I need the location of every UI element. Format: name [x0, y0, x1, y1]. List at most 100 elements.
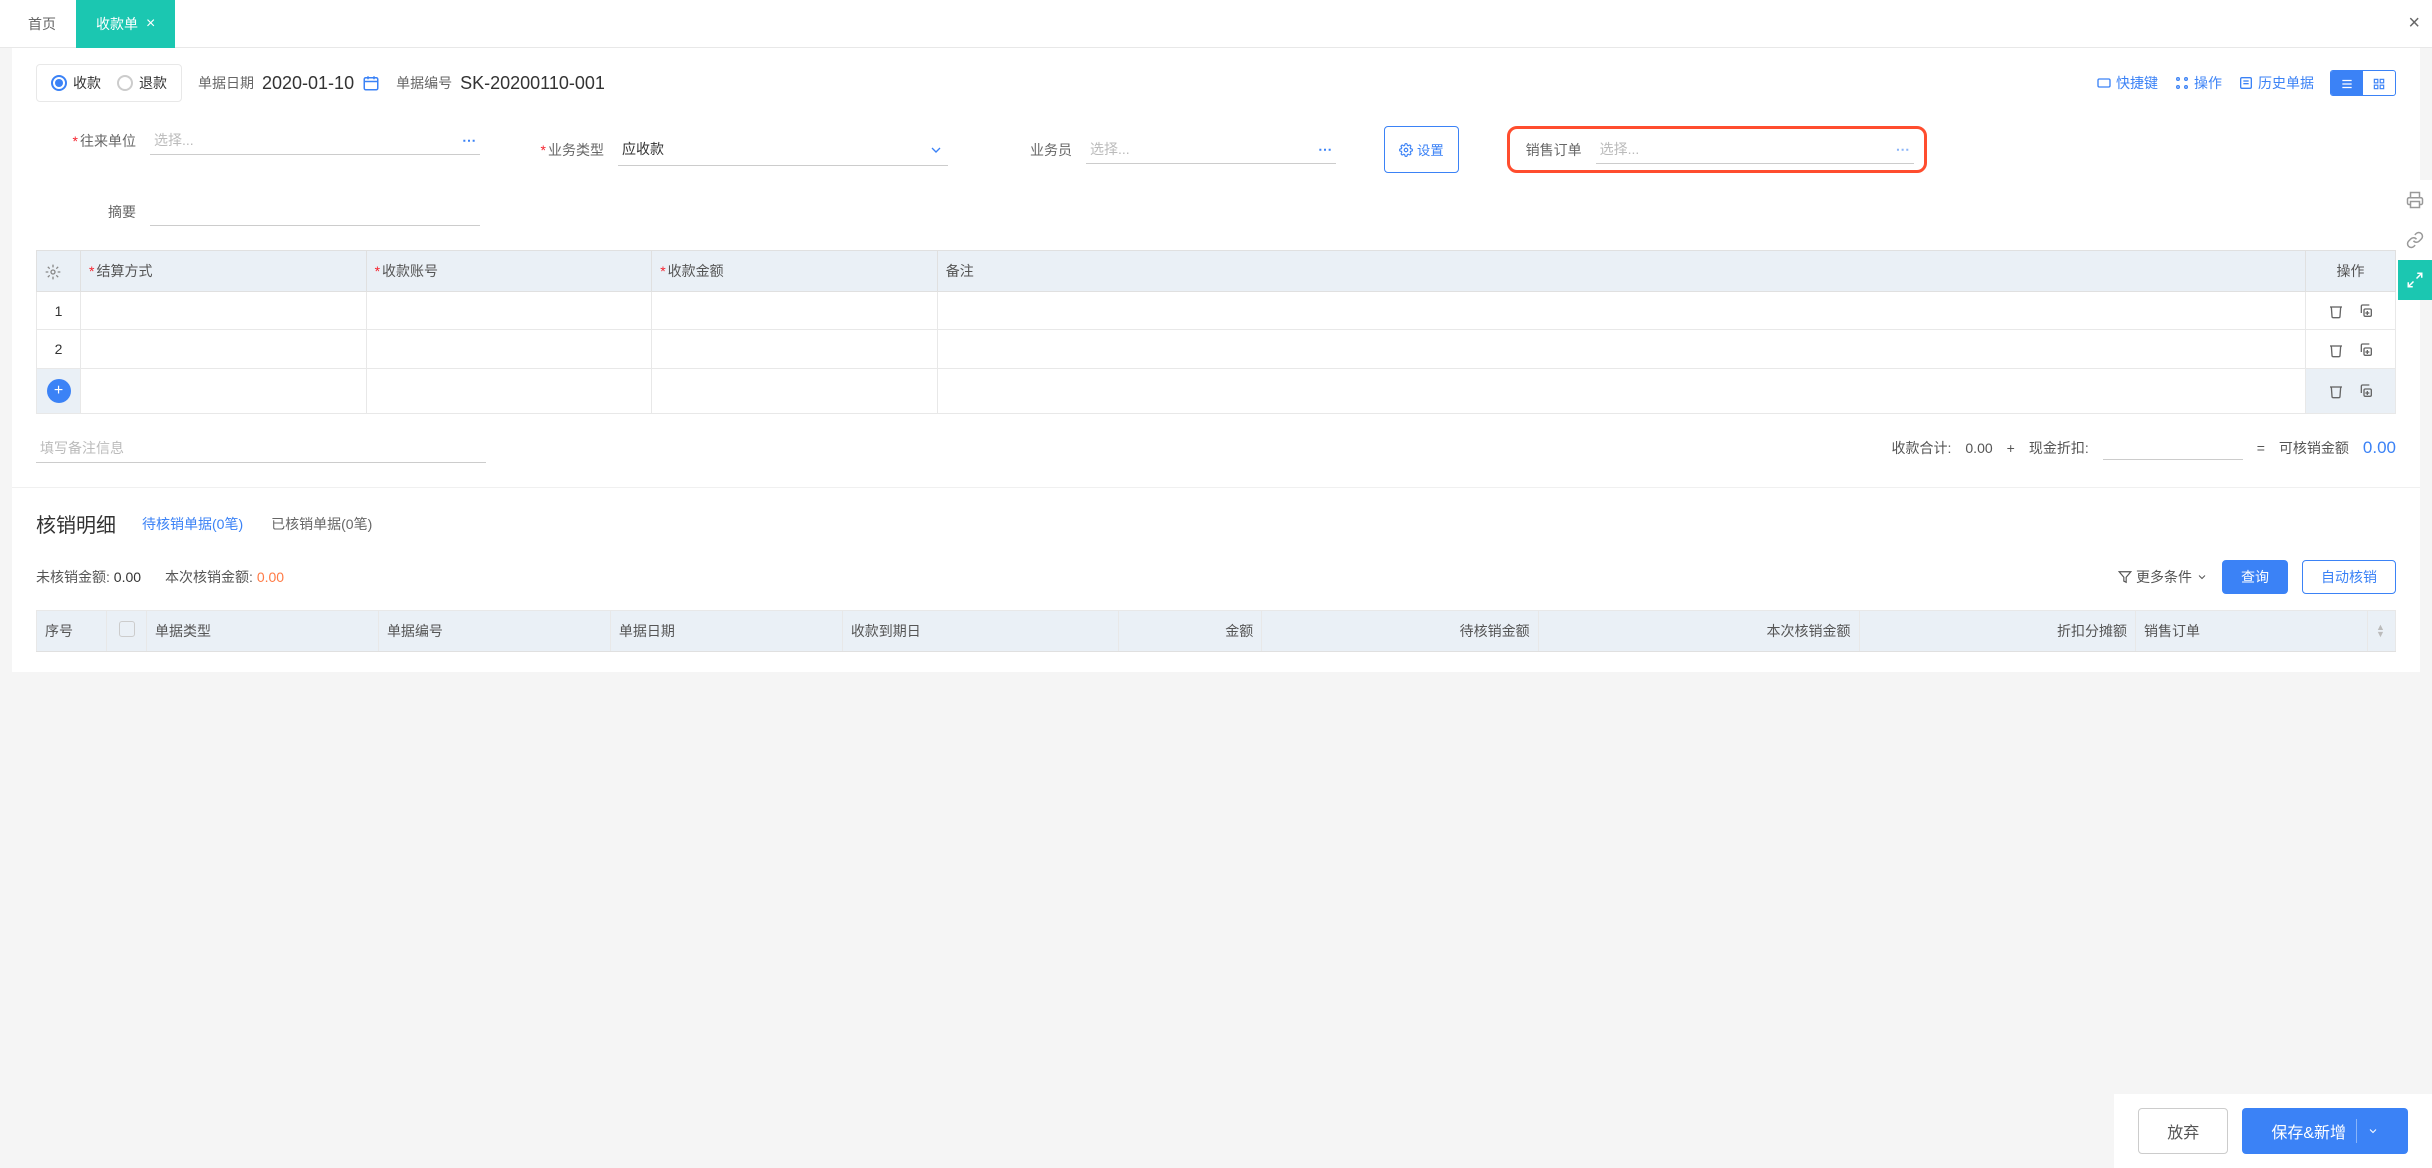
this-time-amount: 本次核销金额: 0.00: [165, 567, 284, 587]
biz-type-select[interactable]: 应收款: [618, 133, 948, 166]
summary-input[interactable]: [150, 197, 480, 226]
close-all-icon[interactable]: ×: [2408, 12, 2420, 35]
col-amount: 收款金额: [652, 251, 938, 292]
col-account: 收款账号: [366, 251, 652, 292]
salesman-input[interactable]: [1086, 135, 1336, 164]
settings-button[interactable]: 设置: [1384, 126, 1459, 173]
delete-icon[interactable]: [2328, 302, 2344, 319]
verify-tab-done[interactable]: 已核销单据(0笔): [269, 508, 374, 540]
select-all-checkbox[interactable]: [119, 621, 135, 637]
col-discount[interactable]: 折扣分摊额: [1859, 610, 2135, 651]
col-due-date[interactable]: 收款到期日: [842, 610, 1118, 651]
remarks-input[interactable]: [36, 434, 486, 463]
footer-bar: 放弃 保存&新增: [2114, 1094, 2432, 1168]
discount-input[interactable]: [2103, 436, 2243, 460]
history-link[interactable]: 历史单据: [2238, 73, 2314, 93]
lookup-icon[interactable]: ⋯: [1318, 141, 1332, 158]
query-button[interactable]: 查询: [2222, 560, 2288, 594]
radio-icon: [117, 75, 133, 91]
lookup-icon[interactable]: ⋯: [462, 132, 476, 149]
side-print-icon[interactable]: [2398, 180, 2432, 220]
salesman-field: 业务员 ⋯: [996, 126, 1336, 173]
verify-table: 序号 单据类型 单据编号 单据日期 收款到期日 金额 待核销金额 本次核销金额 …: [36, 610, 2396, 652]
tab-home[interactable]: 首页: [8, 0, 76, 48]
customer-label: 往来单位: [60, 131, 150, 151]
calendar-icon[interactable]: [362, 74, 380, 92]
operate-link[interactable]: 操作: [2174, 73, 2222, 93]
copy-icon[interactable]: [2358, 302, 2374, 319]
doc-no-value: SK-20200110-001: [460, 73, 605, 94]
copy-icon[interactable]: [2358, 340, 2374, 357]
summary-row: 收款合计: 0.00 + 现金折扣: = 可核销金额 0.00: [12, 422, 2420, 487]
gear-header[interactable]: [37, 251, 81, 292]
sales-order-label: 销售订单: [1520, 140, 1596, 160]
writeoff-value: 0.00: [2363, 438, 2396, 458]
form-section: 往来单位 ⋯ 请输入往来单位 业务类型 应收款 业务员 ⋯: [12, 110, 2420, 234]
delete-icon[interactable]: [2328, 382, 2344, 399]
customer-field: 往来单位 ⋯: [60, 126, 480, 155]
chevron-down-icon: [2357, 1122, 2379, 1140]
row-num: 1: [37, 292, 81, 330]
save-button[interactable]: 保存&新增: [2242, 1108, 2408, 1154]
row-num: 2: [37, 330, 81, 368]
type-radio-group: 收款 退款: [36, 64, 182, 102]
copy-icon[interactable]: [2358, 382, 2374, 399]
doc-date-field: 单据日期 2020-01-10: [198, 73, 380, 94]
customer-input[interactable]: [150, 126, 480, 155]
toolbar: 收款 退款 单据日期 2020-01-10 单据编号 SK-20200110-0…: [12, 48, 2420, 110]
add-row-button[interactable]: +: [47, 379, 71, 403]
side-rail: [2398, 180, 2432, 300]
radio-refund[interactable]: 退款: [117, 73, 167, 93]
side-link-icon[interactable]: [2398, 220, 2432, 260]
tab-close-icon[interactable]: ×: [146, 15, 155, 33]
main-table: 结算方式 收款账号 收款金额 备注 操作 1 2: [36, 250, 2396, 414]
cancel-button[interactable]: 放弃: [2138, 1108, 2228, 1154]
total-label: 收款合计:: [1892, 438, 1952, 458]
col-sort[interactable]: ▲▼: [2368, 610, 2396, 651]
col-this-time[interactable]: 本次核销金额: [1538, 610, 1859, 651]
col-pending[interactable]: 待核销金额: [1262, 610, 1538, 651]
col-doc-no[interactable]: 单据编号: [378, 610, 610, 651]
col-sales-order[interactable]: 销售订单: [2135, 610, 2367, 651]
tab-receipt[interactable]: 收款单 ×: [76, 0, 175, 48]
col-action: 操作: [2306, 251, 2396, 292]
verify-tab-pending[interactable]: 待核销单据(0笔): [140, 508, 245, 540]
doc-no-field: 单据编号 SK-20200110-001: [396, 73, 605, 94]
toolbar-right: 快捷键 操作 历史单据: [2096, 70, 2396, 96]
col-amount[interactable]: 金额: [1119, 610, 1262, 651]
verify-title: 核销明细: [36, 509, 116, 538]
lookup-icon[interactable]: ⋯: [1896, 141, 1910, 158]
side-expand-icon[interactable]: [2398, 260, 2432, 300]
col-doc-date[interactable]: 单据日期: [610, 610, 842, 651]
auto-verify-button[interactable]: 自动核销: [2302, 560, 2396, 594]
tabs-bar: 首页 收款单 × ×: [0, 0, 2432, 48]
doc-no-label: 单据编号: [396, 73, 452, 93]
view-grid-icon[interactable]: [2363, 71, 2395, 95]
shortcut-link[interactable]: 快捷键: [2096, 73, 2158, 93]
col-settlement: 结算方式: [81, 251, 367, 292]
view-list-icon[interactable]: [2331, 71, 2363, 95]
tab-label: 收款单: [96, 14, 138, 34]
doc-date-label: 单据日期: [198, 73, 254, 93]
col-doc-type[interactable]: 单据类型: [147, 610, 379, 651]
more-conditions[interactable]: 更多条件: [2118, 567, 2208, 587]
col-remark: 备注: [937, 251, 2305, 292]
unverified-amount: 未核销金额: 0.00: [36, 567, 141, 587]
sales-order-field: 销售订单 ⋯: [1507, 126, 1927, 173]
chevron-down-icon: [928, 140, 944, 157]
sales-order-input[interactable]: [1596, 135, 1914, 164]
verify-section: 核销明细 待核销单据(0笔) 已核销单据(0笔) 未核销金额: 0.00 本次核…: [12, 487, 2420, 672]
plus-sign: +: [2007, 440, 2015, 456]
biz-type-field: 业务类型 应收款: [528, 126, 948, 173]
main-content: 收款 退款 单据日期 2020-01-10 单据编号 SK-20200110-0…: [12, 48, 2420, 672]
radio-receipt[interactable]: 收款: [51, 73, 101, 93]
view-toggle: [2330, 70, 2396, 96]
table-row: 2: [37, 330, 2396, 368]
doc-date-value[interactable]: 2020-01-10: [262, 73, 354, 94]
summary-label: 摘要: [60, 202, 150, 222]
delete-icon[interactable]: [2328, 340, 2344, 357]
biz-type-label: 业务类型: [528, 140, 618, 160]
equals-sign: =: [2257, 440, 2265, 456]
discount-label: 现金折扣:: [2029, 438, 2089, 458]
radio-icon: [51, 75, 67, 91]
